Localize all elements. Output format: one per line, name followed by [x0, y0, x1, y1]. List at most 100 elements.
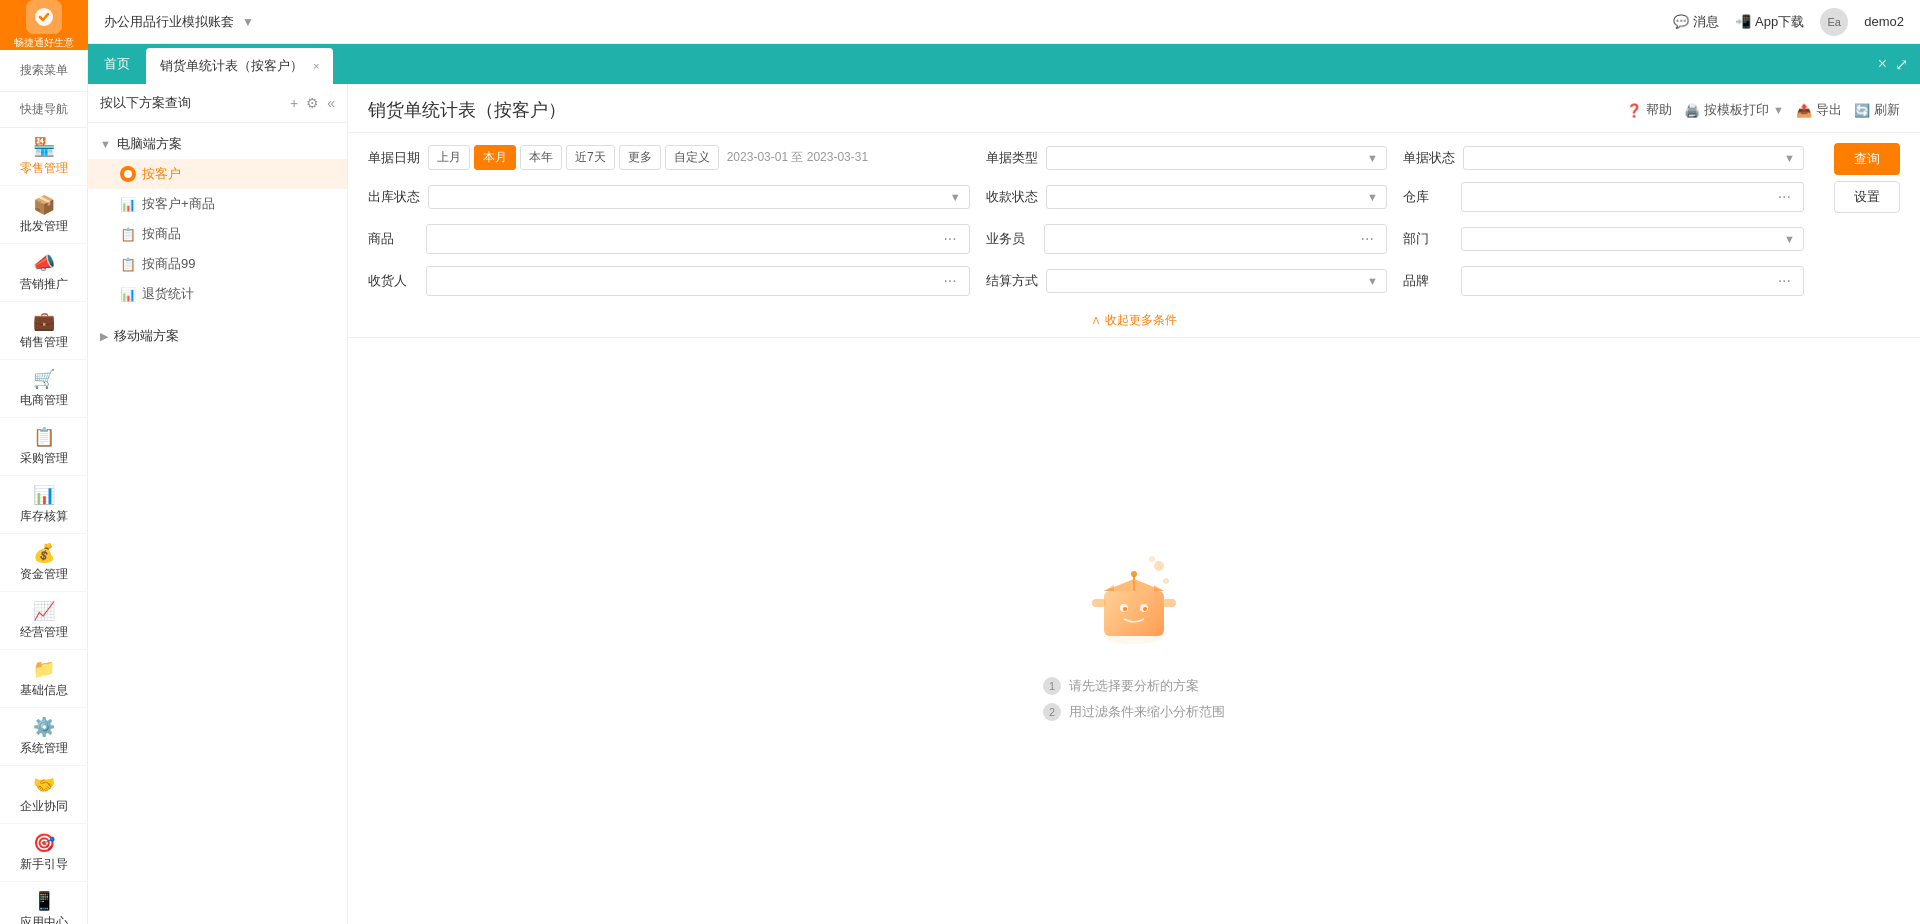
mobile-section-header[interactable]: ▶ 移动端方案: [88, 321, 347, 351]
receiver-select[interactable]: ···: [426, 266, 970, 296]
app-logo[interactable]: 畅捷通好生意: [0, 0, 88, 50]
sidebar-item-marketing[interactable]: 📣 营销推广: [0, 244, 88, 302]
filter-buttons: 查询 设置: [1834, 143, 1900, 213]
export-btn[interactable]: 📤 导出: [1796, 101, 1842, 119]
search-menu-label[interactable]: 搜索菜单: [6, 58, 82, 83]
svg-rect-6: [1104, 591, 1164, 636]
dept-select[interactable]: ▼: [1461, 227, 1804, 251]
date-btn-last-month[interactable]: 上月: [428, 145, 470, 170]
maximize-btn[interactable]: ⤢: [1895, 55, 1908, 74]
out-status-select[interactable]: ▼: [428, 185, 970, 209]
sidebar-item-ecommerce[interactable]: 🛒 电商管理: [0, 360, 88, 418]
sidebar-item-sales[interactable]: 💼 销售管理: [0, 302, 88, 360]
scheme-by-goods-99[interactable]: 📋 按商品99: [88, 249, 347, 279]
content-area: 按以下方案查询 + ⚙ « ▼ 电脑端方案 按客户: [88, 84, 1920, 924]
salesperson-ellipsis-icon[interactable]: ···: [1357, 230, 1378, 248]
warehouse-ellipsis-icon[interactable]: ···: [1774, 188, 1795, 206]
collapse-more-bar[interactable]: ∧ 收起更多条件: [348, 304, 1920, 338]
date-btn-this-month[interactable]: 本月: [474, 145, 516, 170]
warehouse-select[interactable]: ···: [1461, 182, 1804, 212]
doc-status-select[interactable]: ▼: [1463, 146, 1804, 170]
desktop-section-header[interactable]: ▼ 电脑端方案: [88, 129, 347, 159]
doc-status-label: 单据状态: [1403, 149, 1455, 167]
message-btn[interactable]: 💬 消息: [1673, 13, 1719, 31]
receiver-ellipsis-icon[interactable]: ···: [939, 272, 960, 290]
template-print-label: 按模板打印: [1704, 101, 1769, 119]
filter-doc-status-item: 单据状态 ▼: [1403, 146, 1804, 170]
sidebar-item-wholesale-label: 批发管理: [20, 218, 68, 235]
scheme-return-stats[interactable]: 📊 退货统计: [88, 279, 347, 309]
date-btn-more[interactable]: 更多: [619, 145, 661, 170]
receipt-status-arrow-icon: ▼: [1367, 191, 1378, 203]
quick-nav-label[interactable]: 快捷导航: [4, 98, 84, 121]
sidebar-item-operations[interactable]: 📈 经营管理: [0, 592, 88, 650]
page-title: 销货单统计表（按客户）: [368, 98, 566, 122]
template-print-dropdown-icon: ▼: [1773, 104, 1784, 116]
scheme-by-goods-99-icon: 📋: [120, 257, 136, 272]
filter-receipt-status-item: 收款状态 ▼: [986, 185, 1387, 209]
app-download-btn[interactable]: 📲 App下载: [1735, 13, 1804, 31]
tab-close-icon[interactable]: ×: [313, 60, 319, 72]
active-tab-label: 销货单统计表（按客户）: [160, 57, 303, 75]
sidebar-item-system[interactable]: ⚙️ 系统管理: [0, 708, 88, 766]
close-window-btn[interactable]: ×: [1878, 55, 1887, 73]
template-print-btn[interactable]: 🖨️ 按模板打印 ▼: [1684, 101, 1784, 119]
wholesale-icon: 📦: [33, 194, 55, 216]
logo-icon: [26, 0, 62, 34]
collapse-panel-btn[interactable]: «: [327, 95, 335, 111]
system-icon: ⚙️: [33, 716, 55, 738]
help-btn[interactable]: ❓ 帮助: [1626, 101, 1672, 119]
refresh-btn[interactable]: 🔄 刷新: [1854, 101, 1900, 119]
settings-button[interactable]: 设置: [1834, 181, 1900, 213]
sidebar: 畅捷通好生意 搜索菜单 快捷导航 🏪 零售管理 📦 批发管理 📣 营销推广 💼 …: [0, 0, 88, 924]
scheme-by-goods[interactable]: 📋 按商品: [88, 219, 347, 249]
goods-ellipsis-icon[interactable]: ···: [939, 230, 960, 248]
industry-dropdown-icon[interactable]: ▼: [242, 15, 254, 29]
filter-row-3: 商品 ··· 业务员 ···: [368, 224, 1900, 254]
sidebar-item-purchase[interactable]: 📋 采购管理: [0, 418, 88, 476]
sidebar-item-wholesale[interactable]: 📦 批发管理: [0, 186, 88, 244]
sidebar-item-appcenter[interactable]: 📱 应用中心: [0, 882, 88, 924]
sidebar-item-basic[interactable]: 📁 基础信息: [0, 650, 88, 708]
sidebar-item-finance[interactable]: 💰 资金管理: [0, 534, 88, 592]
hint-num-1: 1: [1043, 677, 1061, 695]
salesperson-select[interactable]: ···: [1044, 224, 1387, 254]
home-tab[interactable]: 首页: [88, 44, 146, 84]
doc-type-select[interactable]: ▼: [1046, 146, 1387, 170]
settlement-select[interactable]: ▼: [1046, 269, 1387, 293]
help-label: 帮助: [1646, 101, 1672, 119]
scheme-by-customer[interactable]: 按客户: [88, 159, 347, 189]
sidebar-item-retail[interactable]: 🏪 零售管理: [0, 128, 88, 186]
sidebar-item-system-label: 系统管理: [20, 740, 68, 757]
sidebar-item-purchase-label: 采购管理: [20, 450, 68, 467]
query-button[interactable]: 查询: [1834, 143, 1900, 175]
sidebar-item-newbie[interactable]: 🎯 新手引导: [0, 824, 88, 882]
app-download-label: App下载: [1755, 13, 1804, 31]
basic-icon: 📁: [33, 658, 55, 680]
left-panel-title: 按以下方案查询: [100, 94, 191, 112]
refresh-icon: 🔄: [1854, 103, 1870, 118]
sidebar-item-inventory[interactable]: 📊 库存核算: [0, 476, 88, 534]
active-tab[interactable]: 销货单统计表（按客户） ×: [146, 48, 333, 84]
warehouse-label: 仓库: [1403, 188, 1453, 206]
active-scheme-dot-inner: [124, 170, 132, 178]
goods-select[interactable]: ···: [426, 224, 970, 254]
hint-text-2: 用过滤条件来缩小分析范围: [1069, 703, 1225, 721]
settings-scheme-btn[interactable]: ⚙: [306, 95, 319, 111]
inventory-icon: 📊: [33, 484, 55, 506]
add-scheme-btn[interactable]: +: [290, 95, 298, 111]
page-action-group: ❓ 帮助 🖨️ 按模板打印 ▼ 📤 导出 🔄 刷新: [1626, 101, 1900, 119]
doc-status-arrow-icon: ▼: [1784, 152, 1795, 164]
sidebar-item-enterprise[interactable]: 🤝 企业协同: [0, 766, 88, 824]
date-btn-custom[interactable]: 自定义: [665, 145, 719, 170]
avatar[interactable]: Ea: [1820, 8, 1848, 36]
scheme-by-customer-goods[interactable]: 📊 按客户+商品: [88, 189, 347, 219]
date-btn-last-7days[interactable]: 近7天: [566, 145, 615, 170]
empty-illustration: [1074, 541, 1194, 661]
brand-ellipsis-icon[interactable]: ···: [1774, 272, 1795, 290]
receipt-status-select[interactable]: ▼: [1046, 185, 1387, 209]
receipt-status-label: 收款状态: [986, 188, 1038, 206]
brand-select[interactable]: ···: [1461, 266, 1804, 296]
date-btn-this-year[interactable]: 本年: [520, 145, 562, 170]
message-icon: 💬: [1673, 14, 1689, 29]
